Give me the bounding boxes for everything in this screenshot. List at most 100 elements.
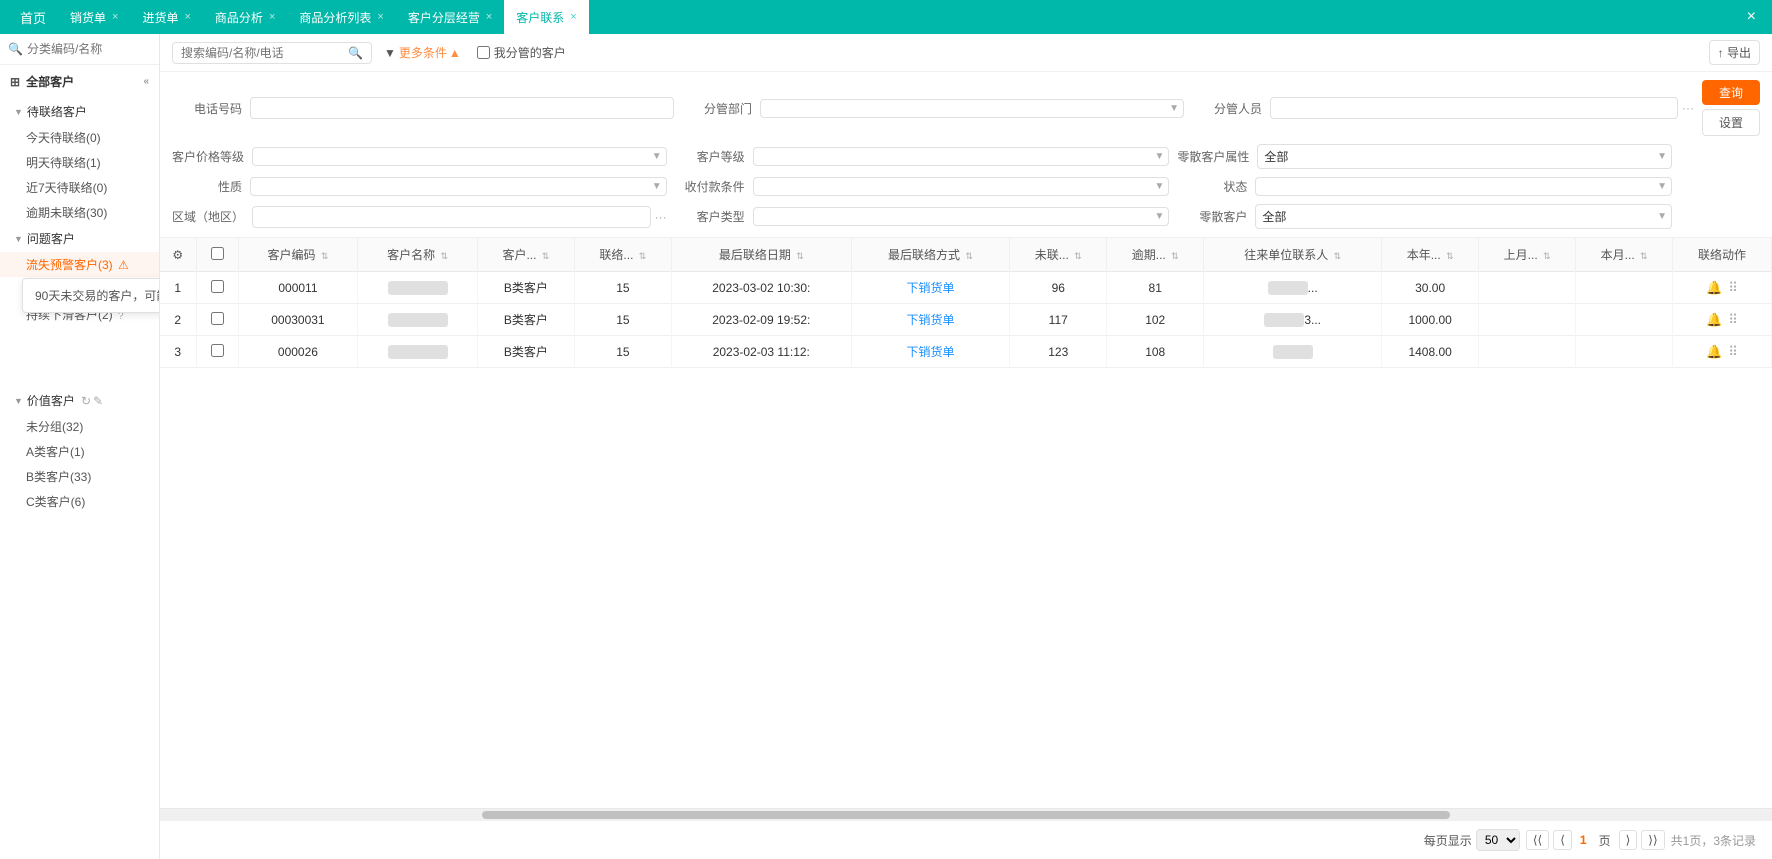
row-last-contact-method[interactable]: 下销货单 <box>851 304 1010 336</box>
sidebar-search-input[interactable] <box>27 42 160 56</box>
window-close-button[interactable]: × <box>1739 8 1764 26</box>
row-contact-count: 15 <box>574 272 671 304</box>
row-last-contact-method[interactable]: 下销货单 <box>851 336 1010 368</box>
sidebar-item-overdue-contact[interactable]: 逾期未联络(30) <box>0 200 159 225</box>
close-tab-analysis-list-icon[interactable]: × <box>377 11 383 23</box>
close-tab-purchase-icon[interactable]: × <box>184 11 190 23</box>
sidebar-item-7days-contact[interactable]: 近7天待联络(0) <box>0 175 159 200</box>
table-header-last-month[interactable]: 上月... ⇅ <box>1479 238 1576 272</box>
contact-icon[interactable]: 🔔 <box>1706 344 1722 360</box>
my-customer-filter[interactable]: 我分管的客户 <box>477 44 566 61</box>
phone-input[interactable] <box>250 97 674 119</box>
table-header-code[interactable]: 客户编码 ⇅ <box>238 238 358 272</box>
sort-icon-year: ⇅ <box>1446 251 1454 261</box>
table-header-last-contact-method[interactable]: 最后联络方式 ⇅ <box>851 238 1010 272</box>
table-header-overdue[interactable]: 逾期... ⇅ <box>1107 238 1204 272</box>
table-checkbox-header[interactable] <box>196 238 238 272</box>
sidebar-item-class-b[interactable]: B类客户(33) <box>0 464 159 489</box>
close-tab-sales-icon[interactable]: × <box>112 11 118 23</box>
row-contact-person: ... <box>1204 272 1382 304</box>
nav-home[interactable]: 首页 <box>8 8 58 27</box>
sidebar-collapse-icon[interactable]: « <box>143 76 149 87</box>
horizontal-scrollbar[interactable] <box>160 808 1772 820</box>
row-checkbox[interactable] <box>196 272 238 304</box>
more-filter-button[interactable]: ▼ 更多条件 ▲ <box>384 44 461 61</box>
nav-tab-sales[interactable]: 销货单 × <box>58 0 130 34</box>
sidebar-root-item[interactable]: ⊞ 全部客户 « <box>0 65 159 98</box>
retail-attr-select[interactable]: 全部 ▼ <box>1257 144 1672 169</box>
sidebar-item-tomorrow-contact[interactable]: 明天待联络(1) <box>0 150 159 175</box>
nav-tab-analysis-list[interactable]: 商品分析列表 × <box>287 0 395 34</box>
sidebar-item-class-c[interactable]: C类客户(6) <box>0 489 159 514</box>
sidebar-item-class-a[interactable]: A类客户(1) <box>0 439 159 464</box>
sidebar-group-value-customer-title[interactable]: ▼ 价值客户 ↻ ✎ <box>0 387 159 414</box>
nature-select[interactable]: ▼ <box>250 177 667 196</box>
row-actions: 🔔 ⠿ <box>1673 272 1772 304</box>
customer-tier-select[interactable]: ▼ <box>753 147 1170 166</box>
contact-icon[interactable]: 🔔 <box>1706 280 1722 296</box>
table-header-uncontacted[interactable]: 未联... ⇅ <box>1010 238 1107 272</box>
customer-type-select[interactable]: ▼ <box>753 207 1170 226</box>
sidebar-item-churn-warning[interactable]: 流失预警客户(3) ⚠ <box>0 252 159 277</box>
last-page-button[interactable]: ⟩⟩ <box>1641 830 1664 850</box>
setting-button[interactable]: 设置 <box>1702 109 1760 136</box>
query-button[interactable]: 查询 <box>1702 80 1760 105</box>
close-tab-customer-tier-icon[interactable]: × <box>486 11 492 23</box>
row-customer-type: B类客户 <box>477 336 574 368</box>
more-action-icon[interactable]: ⠿ <box>1728 344 1738 360</box>
refresh-icon[interactable]: ↻ <box>81 394 91 408</box>
table-settings-header[interactable]: ⚙ <box>160 238 196 272</box>
first-page-button[interactable]: ⟨⟨ <box>1526 830 1549 850</box>
payment-select[interactable]: ▼ <box>753 177 1170 196</box>
sidebar-group-pending-contact-title[interactable]: ▼ 待联络客户 <box>0 98 159 125</box>
retail-customer-select[interactable]: 全部 ▼ <box>1255 204 1672 229</box>
table-header-last-contact-date[interactable]: 最后联络日期 ⇅ <box>671 238 851 272</box>
search-icon[interactable]: 🔍 <box>348 46 363 60</box>
filter-bar: 🔍 ▼ 更多条件 ▲ 我分管的客户 ↑ 导出 <box>160 34 1772 72</box>
close-tab-customer-contact-icon[interactable]: × <box>570 11 576 23</box>
manager-input[interactable] <box>1270 97 1678 119</box>
nav-tab-purchase[interactable]: 进货单 × <box>130 0 202 34</box>
row-this-year: 1408.00 <box>1382 336 1479 368</box>
nav-tab-analysis[interactable]: 商品分析 × <box>203 0 287 34</box>
per-page-select[interactable]: 50 <box>1476 829 1520 851</box>
sidebar-item-today-contact[interactable]: 今天待联络(0) <box>0 125 159 150</box>
select-all-checkbox[interactable] <box>211 247 224 260</box>
region-dots-icon[interactable]: ··· <box>655 210 667 224</box>
table-header-contact-count[interactable]: 联络... ⇅ <box>574 238 671 272</box>
row-this-month <box>1576 304 1673 336</box>
prev-page-button[interactable]: ⟨ <box>1553 830 1572 850</box>
search-box[interactable]: 🔍 <box>172 42 372 64</box>
next-page-button[interactable]: ⟩ <box>1619 830 1638 850</box>
dots-icon[interactable]: ··· <box>1682 101 1694 115</box>
more-action-icon[interactable]: ⠿ <box>1728 280 1738 296</box>
sidebar-group-problem-customer-title[interactable]: ▼ 问题客户 <box>0 225 159 252</box>
edit-icon[interactable]: ✎ <box>93 394 103 408</box>
export-button[interactable]: ↑ 导出 <box>1709 40 1760 65</box>
row-last-contact-method[interactable]: 下销货单 <box>851 272 1010 304</box>
row-checkbox[interactable] <box>196 336 238 368</box>
price-tier-select[interactable]: ▼ <box>252 147 667 166</box>
region-input[interactable] <box>252 206 651 228</box>
nav-tab-customer-tier[interactable]: 客户分层经营 × <box>396 0 504 34</box>
contact-method-link[interactable]: 下销货单 <box>906 345 954 359</box>
table-header-name[interactable]: 客户名称 ⇅ <box>358 238 478 272</box>
close-tab-analysis-icon[interactable]: × <box>269 11 275 23</box>
my-customer-checkbox[interactable] <box>477 46 490 59</box>
table-header-this-year[interactable]: 本年... ⇅ <box>1382 238 1479 272</box>
table-header-customer-type[interactable]: 客户... ⇅ <box>477 238 574 272</box>
table-header-this-month[interactable]: 本月... ⇅ <box>1576 238 1673 272</box>
contact-method-link[interactable]: 下销货单 <box>906 313 954 327</box>
contact-icon[interactable]: 🔔 <box>1706 312 1722 328</box>
more-action-icon[interactable]: ⠿ <box>1728 312 1738 328</box>
contact-method-link[interactable]: 下销货单 <box>906 281 954 295</box>
table-header-contact-person[interactable]: 往来单位联系人 ⇅ <box>1204 238 1382 272</box>
row-checkbox[interactable] <box>196 304 238 336</box>
dept-select[interactable]: ▼ <box>760 99 1184 118</box>
sidebar-search-box[interactable]: 🔍 <box>0 34 159 65</box>
search-input[interactable] <box>181 46 344 60</box>
status-select[interactable]: ▼ <box>1255 177 1672 196</box>
sidebar-item-unclassified[interactable]: 未分组(32) <box>0 414 159 439</box>
scrollbar-thumb[interactable] <box>482 811 1449 819</box>
nav-tab-customer-contact[interactable]: 客户联系 × <box>504 0 588 34</box>
